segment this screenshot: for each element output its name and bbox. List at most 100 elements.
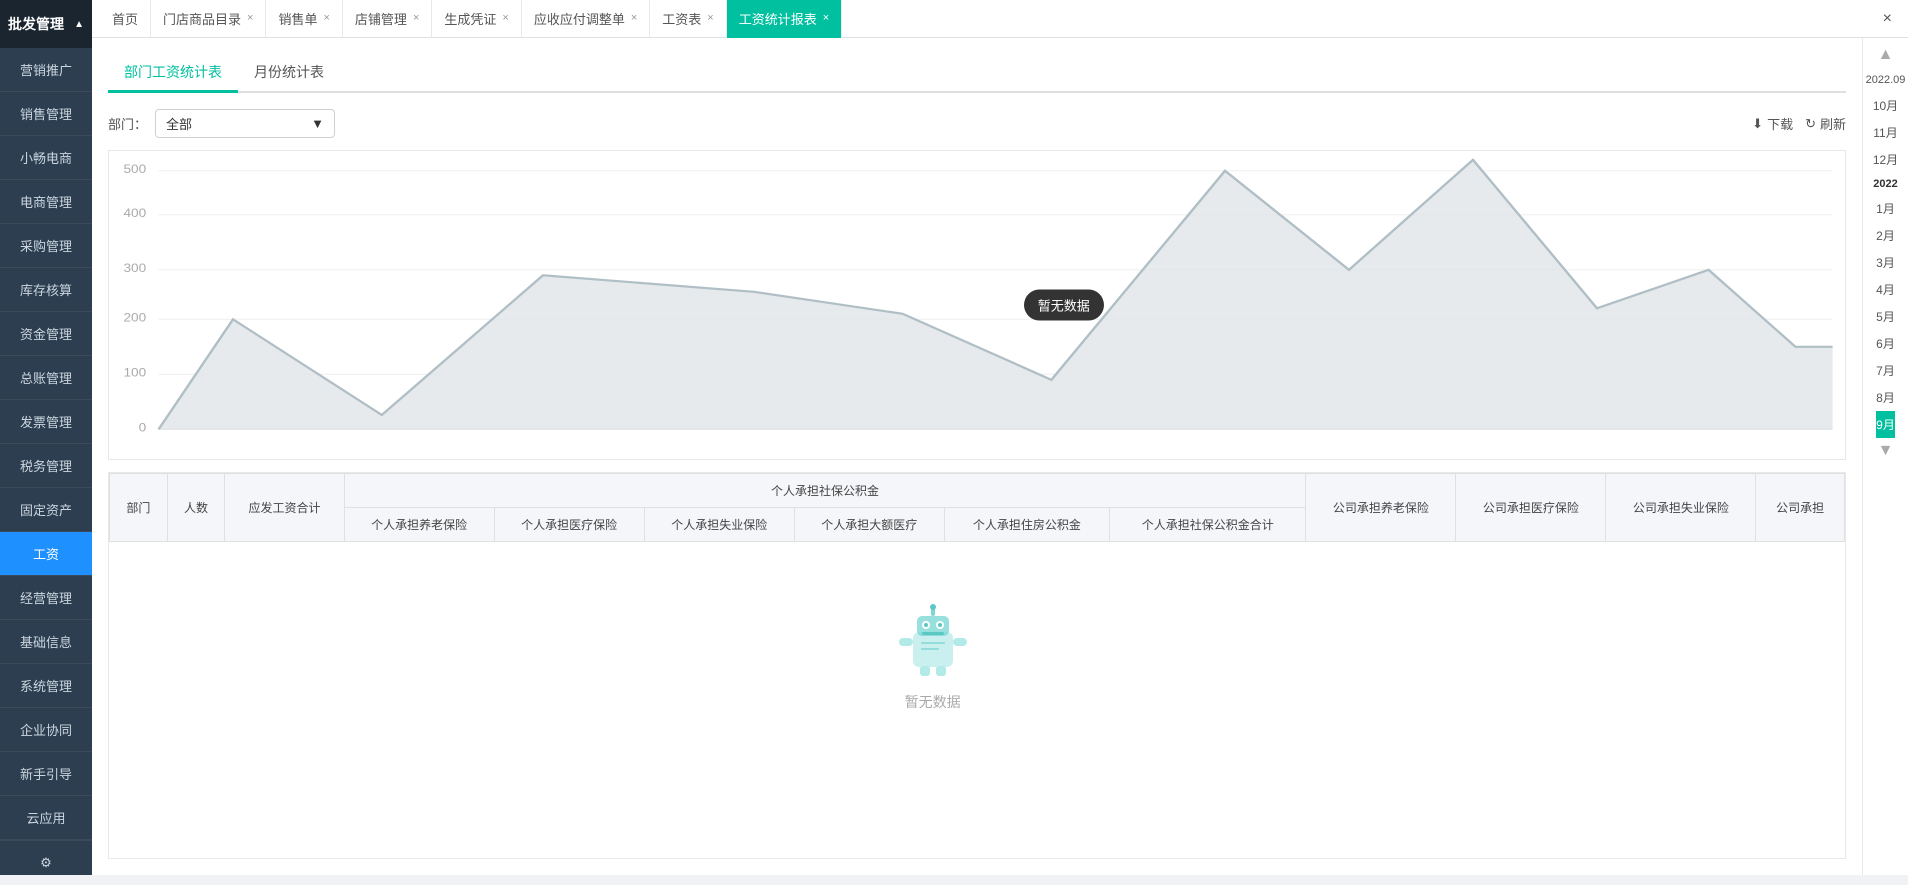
th-personal-housing: 个人承担住房公积金 xyxy=(944,508,1109,542)
sidebar-item-企业协同[interactable]: 企业协同 xyxy=(0,708,92,752)
sidebar-item-发票管理[interactable]: 发票管理 xyxy=(0,400,92,444)
cal-month-11月[interactable]: 11月 xyxy=(1873,119,1898,146)
cal-month-4月[interactable]: 4月 xyxy=(1876,276,1895,303)
svg-text:100: 100 xyxy=(123,365,146,379)
sidebar-item-系统管理[interactable]: 系统管理 xyxy=(0,664,92,708)
sidebar-header[interactable]: 批发管理 ▲ xyxy=(0,0,92,48)
cal-month-3月[interactable]: 3月 xyxy=(1876,249,1895,276)
dept-select-arrow: ▼ xyxy=(311,116,324,131)
sidebar-item-税务管理[interactable]: 税务管理 xyxy=(0,444,92,488)
sidebar-item-经营管理[interactable]: 经营管理 xyxy=(0,576,92,620)
data-table: 部门 人数 应发工资合计 个人承担社保公积金 公司承担养老保险 公司承担医疗保险… xyxy=(109,473,1845,732)
download-label: 下载 xyxy=(1767,114,1793,133)
tab-应收应付调整单[interactable]: 应收应付调整单× xyxy=(522,0,650,38)
sidebar-item-云应用[interactable]: 云应用 xyxy=(0,796,92,840)
tab-生成凭证[interactable]: 生成凭证× xyxy=(432,0,521,38)
th-company-unemployment: 公司承担失业保险 xyxy=(1606,474,1756,542)
tab-close-icon[interactable]: × xyxy=(247,13,253,24)
sidebar-item-基础信息[interactable]: 基础信息 xyxy=(0,620,92,664)
page-area: 部门工资统计表月份统计表 部门： 全部 ▼ ⬇ 下载 xyxy=(92,38,1908,875)
th-company-pension: 公司承担养老保险 xyxy=(1306,474,1456,542)
th-company-other: 公司承担 xyxy=(1756,474,1845,542)
toolbar: 部门： 全部 ▼ ⬇ 下载 ↻ 刷新 xyxy=(108,109,1846,138)
sidebar-item-新手引导[interactable]: 新手引导 xyxy=(0,752,92,796)
sidebar-item-库存核算[interactable]: 库存核算 xyxy=(0,268,92,312)
close-all-icon: × xyxy=(1883,10,1892,28)
sidebar-item-固定资产[interactable]: 固定资产 xyxy=(0,488,92,532)
svg-text:400: 400 xyxy=(123,206,146,220)
sidebar-item-小畅电商[interactable]: 小畅电商 xyxy=(0,136,92,180)
cal-month-2月[interactable]: 2月 xyxy=(1876,222,1895,249)
sidebar-footer-settings[interactable]: ⚙ xyxy=(0,840,92,885)
cal-nav-up[interactable]: ▲ xyxy=(1863,42,1908,68)
right-sidebar-calendar: ▲ 2022.09 10月11月12月 2022 1月2月3月4月5月6月7月8… xyxy=(1862,38,1908,875)
sidebar-item-电商管理[interactable]: 电商管理 xyxy=(0,180,92,224)
sidebar-item-资金管理[interactable]: 资金管理 xyxy=(0,312,92,356)
toolbar-right: ⬇ 下载 ↻ 刷新 xyxy=(1752,114,1846,133)
sidebar-item-总账管理[interactable]: 总账管理 xyxy=(0,356,92,400)
tab-close-icon[interactable]: × xyxy=(823,13,829,24)
cal-month-10月[interactable]: 10月 xyxy=(1873,92,1898,119)
sidebar-item-工资[interactable]: 工资 xyxy=(0,532,92,576)
table-empty-state: 暂无数据 xyxy=(110,542,1756,733)
table-container[interactable]: 部门 人数 应发工资合计 个人承担社保公积金 公司承担养老保险 公司承担医疗保险… xyxy=(108,472,1846,859)
refresh-button[interactable]: ↻ 刷新 xyxy=(1805,114,1846,133)
tab-close-icon[interactable]: × xyxy=(413,13,419,24)
cal-month-9月[interactable]: 9月 xyxy=(1876,411,1895,438)
sub-tabs: 部门工资统计表月份统计表 xyxy=(108,54,1846,93)
tab-close-icon[interactable]: × xyxy=(323,13,329,24)
main-content: 首页门店商品目录×销售单×店铺管理×生成凭证×应收应付调整单×工资表×工资统计报… xyxy=(92,0,1908,875)
sidebar-item-采购管理[interactable]: 采购管理 xyxy=(0,224,92,268)
dept-select-value: 全部 xyxy=(166,114,192,133)
close-all-button[interactable]: × xyxy=(1875,10,1900,28)
tab-门店商品目录[interactable]: 门店商品目录× xyxy=(151,0,266,38)
sidebar-toggle-icon: ▲ xyxy=(74,19,84,30)
tab-close-icon[interactable]: × xyxy=(631,13,637,24)
tab-close-icon[interactable]: × xyxy=(707,13,713,24)
download-icon: ⬇ xyxy=(1752,116,1763,132)
cal-year-2023-label: 2022 xyxy=(1863,173,1908,195)
th-company-medical: 公司承担医疗保险 xyxy=(1456,474,1606,542)
dept-label: 部门： xyxy=(108,114,147,133)
empty-robot-icon xyxy=(893,602,973,682)
svg-text:300: 300 xyxy=(123,261,146,275)
tab-close-icon[interactable]: × xyxy=(502,13,508,24)
tab-工资统计报表[interactable]: 工资统计报表× xyxy=(727,0,842,38)
sub-tab-部门工资统计表[interactable]: 部门工资统计表 xyxy=(108,54,238,93)
cal-month-12月[interactable]: 12月 xyxy=(1873,146,1898,173)
th-personal-total: 个人承担社保公积金合计 xyxy=(1110,508,1306,542)
th-count: 人数 xyxy=(167,474,225,542)
tab-bar: 首页门店商品目录×销售单×店铺管理×生成凭证×应收应付调整单×工资表×工资统计报… xyxy=(92,0,1908,38)
sub-tab-月份统计表[interactable]: 月份统计表 xyxy=(238,54,340,93)
cal-month-8月[interactable]: 8月 xyxy=(1876,384,1895,411)
th-group-personal: 个人承担社保公积金 xyxy=(344,474,1306,508)
refresh-label: 刷新 xyxy=(1820,114,1846,133)
chart-svg: 500 400 300 200 100 0 xyxy=(109,151,1845,459)
sidebar-item-销售管理[interactable]: 销售管理 xyxy=(0,92,92,136)
tab-店铺管理[interactable]: 店铺管理× xyxy=(343,0,432,38)
cal-month-5月[interactable]: 5月 xyxy=(1876,303,1895,330)
refresh-icon: ↻ xyxy=(1805,116,1816,132)
toolbar-left: 部门： 全部 ▼ xyxy=(108,109,335,138)
th-total-wage: 应发工资合计 xyxy=(225,474,344,542)
settings-icon: ⚙ xyxy=(40,855,52,870)
tab-销售单[interactable]: 销售单× xyxy=(266,0,342,38)
table-empty-label: 暂无数据 xyxy=(905,692,961,712)
th-personal-medical: 个人承担医疗保险 xyxy=(494,508,644,542)
th-personal-unemployment: 个人承担失业保险 xyxy=(644,508,794,542)
download-button[interactable]: ⬇ 下载 xyxy=(1752,114,1793,133)
tab-工资表[interactable]: 工资表× xyxy=(650,0,726,38)
sidebar: 批发管理 ▲ 营销推广销售管理小畅电商电商管理采购管理库存核算资金管理总账管理发… xyxy=(0,0,92,875)
chart-no-data-tooltip: 暂无数据 xyxy=(1024,290,1104,321)
svg-text:500: 500 xyxy=(123,162,146,176)
cal-month-1月[interactable]: 1月 xyxy=(1876,195,1895,222)
tab-首页[interactable]: 首页 xyxy=(100,0,151,38)
cal-nav-down[interactable]: ▼ xyxy=(1863,438,1908,464)
sidebar-item-营销推广[interactable]: 营销推广 xyxy=(0,48,92,92)
th-dept: 部门 xyxy=(110,474,168,542)
svg-text:200: 200 xyxy=(123,310,146,324)
cal-month-6月[interactable]: 6月 xyxy=(1876,330,1895,357)
dept-select[interactable]: 全部 ▼ xyxy=(155,109,335,138)
chart-area: 500 400 300 200 100 0 xyxy=(108,150,1846,460)
cal-month-7月[interactable]: 7月 xyxy=(1876,357,1895,384)
